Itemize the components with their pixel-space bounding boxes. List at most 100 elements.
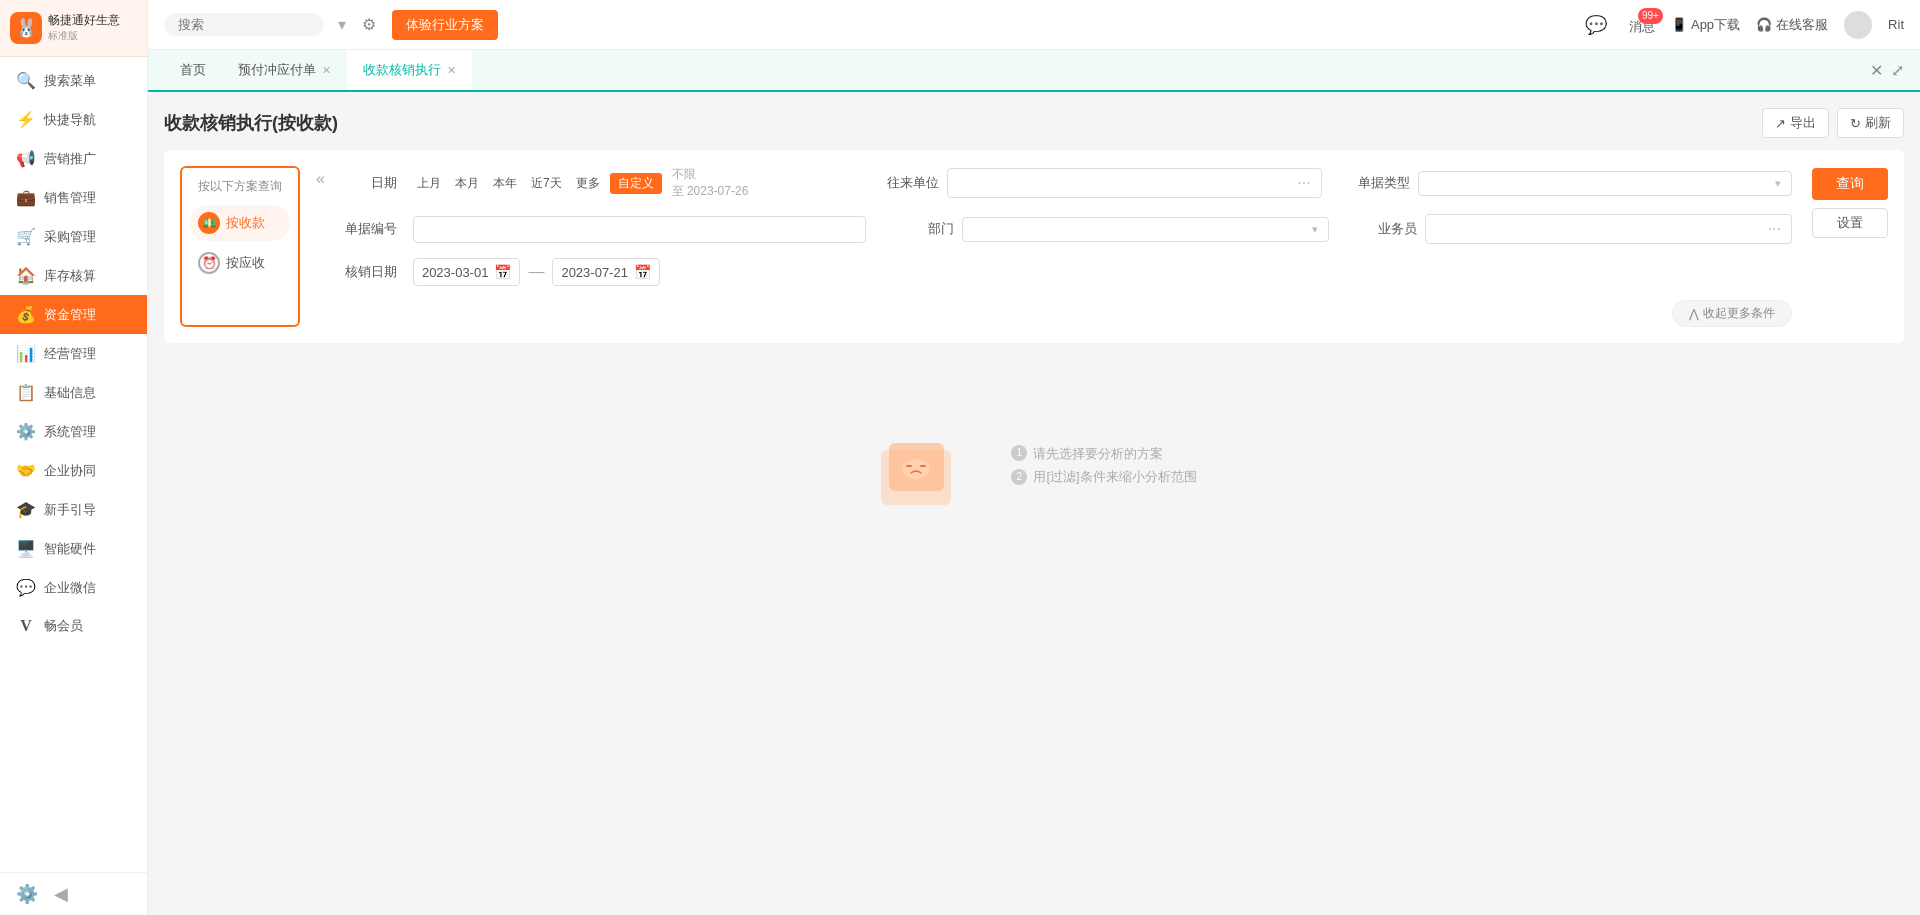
tab-prepay[interactable]: 预付冲应付单 ✕ xyxy=(222,50,347,92)
sidebar-item-operations[interactable]: 📊 经营管理 xyxy=(0,334,147,373)
collapse-sidebar-icon[interactable]: ◀ xyxy=(54,883,68,905)
empty-hint-1-text: 请先选择要分析的方案 xyxy=(1033,442,1163,465)
date-label: 日期 xyxy=(341,174,397,192)
sidebar-item-hardware[interactable]: 🖥️ 智能硬件 xyxy=(0,529,147,568)
industry-btn[interactable]: 体验行业方案 xyxy=(392,10,498,40)
guide-icon: 🎓 xyxy=(16,500,36,519)
sidebar-item-label: 基础信息 xyxy=(44,384,96,402)
refresh-button[interactable]: ↻ 刷新 xyxy=(1837,108,1904,138)
last-month-btn[interactable]: 上月 xyxy=(413,173,445,194)
sidebar-item-label: 智能硬件 xyxy=(44,540,96,558)
tab-prepay-label: 预付冲应付单 xyxy=(238,61,316,79)
query-button[interactable]: 查询 xyxy=(1812,168,1888,200)
sidebar-item-system[interactable]: ⚙️ 系统管理 xyxy=(0,412,147,451)
tab-home[interactable]: 首页 xyxy=(164,50,222,92)
filter-form: 日期 上月 本月 本年 近7天 更多 自定义 不限 至 2023-07-26 xyxy=(341,166,1792,327)
sidebar-item-label: 销售管理 xyxy=(44,189,96,207)
writeoff-date-start[interactable]: 2023-03-01 📅 xyxy=(413,258,521,286)
bill-type-chevron-icon: ▾ xyxy=(1775,177,1781,190)
online-service-btn[interactable]: 🎧 在线客服 xyxy=(1756,16,1828,34)
sidebar-item-search[interactable]: 🔍 搜索菜单 xyxy=(0,61,147,100)
writeoff-date-end[interactable]: 2023-07-21 📅 xyxy=(552,258,660,286)
app-download-label: App下载 xyxy=(1691,16,1740,34)
logo-text: 畅捷通好生意 xyxy=(48,13,120,29)
tabbar: 首页 预付冲应付单 ✕ 收款核销执行 ✕ ✕ ⤢ xyxy=(148,50,1920,92)
tab-prepay-close-icon[interactable]: ✕ xyxy=(322,64,331,77)
custom-date-btn[interactable]: 自定义 xyxy=(610,173,662,194)
app-download-btn[interactable]: 📱 App下载 xyxy=(1671,16,1740,34)
tab-collection-close-icon[interactable]: ✕ xyxy=(447,64,456,77)
logo-icon: 🐰 xyxy=(10,12,42,44)
tab-collection[interactable]: 收款核销执行 ✕ xyxy=(347,50,472,92)
writeoff-date-start-icon[interactable]: 📅 xyxy=(494,264,511,280)
collapse-filter-btn[interactable]: « xyxy=(312,170,329,188)
date-to-text: 至 2023-07-26 xyxy=(672,183,749,200)
writeoff-date-end-icon[interactable]: 📅 xyxy=(634,264,651,280)
message-icon: 💬 xyxy=(1585,15,1607,35)
hardware-icon: 🖥️ xyxy=(16,539,36,558)
sidebar-item-basic[interactable]: 📋 基础信息 xyxy=(0,373,147,412)
employee-label: 业务员 xyxy=(1361,220,1417,238)
sidebar-item-purchase[interactable]: 🛒 采购管理 xyxy=(0,217,147,256)
topbar: ▾ ⚙ 体验行业方案 💬 99+ 消息 📱 App下载 🎧 在线客服 Rit xyxy=(148,0,1920,50)
collapse-conditions-btn[interactable]: ⋀ 收起更多条件 xyxy=(1672,300,1792,327)
this-month-btn[interactable]: 本月 xyxy=(451,173,483,194)
sidebar-item-vip[interactable]: V 畅会员 xyxy=(0,607,147,645)
sidebar-item-label: 快捷导航 xyxy=(44,111,96,129)
export-button[interactable]: ↗ 导出 xyxy=(1762,108,1829,138)
last-7-days-btn[interactable]: 近7天 xyxy=(527,173,566,194)
filter-option-collection-label: 按收款 xyxy=(226,214,265,232)
filter-panel: 按以下方案查询 💵 按收款 ⏰ 按应收 « 日期 xyxy=(180,166,1888,327)
topbar-search-input[interactable] xyxy=(164,13,324,36)
filter-option-by-receivable[interactable]: ⏰ 按应收 xyxy=(190,245,290,281)
partner-select[interactable]: ··· xyxy=(947,168,1321,198)
empty-hint-2: 2 用[过滤]条件来缩小分析范围 xyxy=(1011,465,1196,488)
system-icon: ⚙️ xyxy=(16,422,36,441)
sidebar-nav: 🔍 搜索菜单 ⚡ 快捷导航 📢 营销推广 💼 销售管理 🛒 采购管理 🏠 库存核… xyxy=(0,57,147,872)
dept-select[interactable]: ▾ xyxy=(962,217,1329,242)
topbar-right: 💬 99+ 消息 📱 App下载 🎧 在线客服 Rit xyxy=(1585,11,1904,39)
bill-type-select[interactable]: ▾ xyxy=(1418,171,1792,196)
settings-icon[interactable]: ⚙️ xyxy=(16,883,38,905)
bill-type-label: 单据类型 xyxy=(1354,174,1410,192)
more-date-btn[interactable]: 更多 xyxy=(572,173,604,194)
employee-select[interactable]: ··· xyxy=(1425,214,1792,244)
partner-ellipsis-icon[interactable]: ··· xyxy=(1297,174,1310,192)
app-download-icon: 📱 xyxy=(1671,17,1687,32)
sidebar-item-sales[interactable]: 💼 销售管理 xyxy=(0,178,147,217)
collection-icon: 💵 xyxy=(198,212,220,234)
sidebar-item-label: 企业微信 xyxy=(44,579,96,597)
settings-button[interactable]: 设置 xyxy=(1812,208,1888,238)
sidebar-item-guide[interactable]: 🎓 新手引导 xyxy=(0,490,147,529)
topbar-gear-icon[interactable]: ⚙ xyxy=(362,15,376,34)
bill-no-input[interactable] xyxy=(413,216,866,243)
inventory-icon: 🏠 xyxy=(16,266,36,285)
empty-hint-2-text: 用[过滤]条件来缩小分析范围 xyxy=(1033,465,1196,488)
writeoff-date-group: 2023-03-01 📅 — 2023-07-21 📅 xyxy=(413,258,660,286)
filter-row-2: 单据编号 部门 ▾ 业务员 xyxy=(341,214,1792,244)
expand-tab-icon[interactable]: ⤢ xyxy=(1891,61,1904,80)
this-year-btn[interactable]: 本年 xyxy=(489,173,521,194)
avatar[interactable] xyxy=(1844,11,1872,39)
sidebar-item-cooperation[interactable]: 🤝 企业协同 xyxy=(0,451,147,490)
filter-option-by-collection[interactable]: 💵 按收款 xyxy=(190,205,290,241)
sidebar-item-inventory[interactable]: 🏠 库存核算 xyxy=(0,256,147,295)
close-tab-icon[interactable]: ✕ xyxy=(1870,61,1883,80)
empty-hint-text: 1 请先选择要分析的方案 2 用[过滤]条件来缩小分析范围 xyxy=(1011,442,1196,489)
sidebar-item-marketing[interactable]: 📢 营销推广 xyxy=(0,139,147,178)
receivable-icon: ⏰ xyxy=(198,252,220,274)
logo-area: 🐰 畅捷通好生意 标准版 xyxy=(0,0,147,57)
employee-ellipsis-icon[interactable]: ··· xyxy=(1768,220,1781,238)
basic-icon: 📋 xyxy=(16,383,36,402)
cooperation-icon: 🤝 xyxy=(16,461,36,480)
dropdown-chevron-icon[interactable]: ▾ xyxy=(338,15,346,34)
empty-illustration xyxy=(871,415,971,515)
sidebar-item-wechat[interactable]: 💬 企业微信 xyxy=(0,568,147,607)
sidebar-item-funds[interactable]: 💰 资金管理 xyxy=(0,295,147,334)
tab-home-label: 首页 xyxy=(180,61,206,79)
page-title: 收款核销执行(按收款) xyxy=(164,111,338,135)
messages-btn[interactable]: 💬 99+ 消息 xyxy=(1585,14,1655,36)
quick-nav-icon: ⚡ xyxy=(16,110,36,129)
filter-sidebar: 按以下方案查询 💵 按收款 ⏰ 按应收 xyxy=(180,166,300,327)
sidebar-item-quick-nav[interactable]: ⚡ 快捷导航 xyxy=(0,100,147,139)
